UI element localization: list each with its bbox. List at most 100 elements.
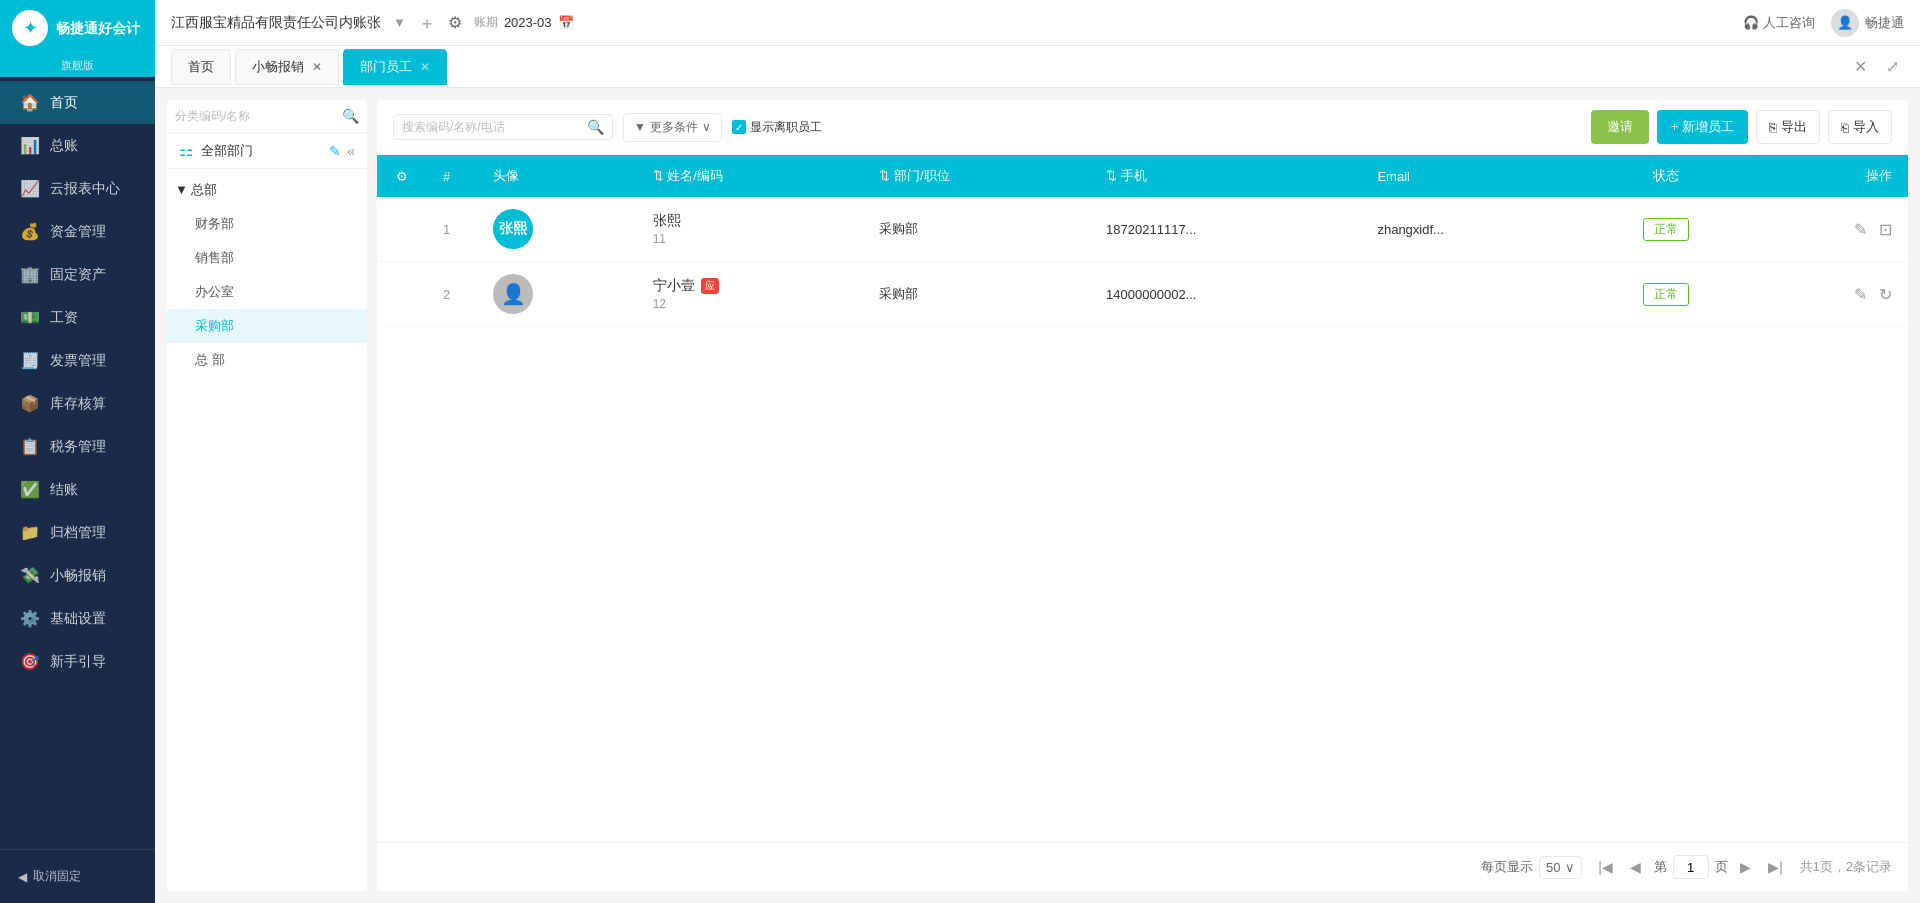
company-name: 江西服宝精品有限责任公司内账张 xyxy=(171,14,381,32)
dept-name: 销售部 xyxy=(195,249,234,267)
td-actions: ✎ ↻ xyxy=(1753,262,1908,327)
dept-item-finance[interactable]: 财务部 xyxy=(167,207,367,241)
sidebar-logo: ✦ 畅捷通好会计 xyxy=(0,0,155,56)
period-selector: 账期 2023-03 📅 xyxy=(474,14,574,31)
td-avatar: 👤 xyxy=(477,262,637,327)
export-button[interactable]: ⎘ 导出 xyxy=(1756,110,1820,144)
sidebar-item-settings[interactable]: ⚙️ 基础设置 xyxy=(0,597,155,640)
filter-button[interactable]: ▼ 更多条件 ∨ xyxy=(623,113,722,142)
page-size-label: 每页显示 xyxy=(1481,858,1533,876)
invite-button[interactable]: 邀请 xyxy=(1591,110,1649,144)
th-index: # xyxy=(427,155,477,197)
avatar: 👤 xyxy=(1831,9,1859,37)
service-label: 人工咨询 xyxy=(1763,14,1815,32)
prev-page-button[interactable]: ◀ xyxy=(1624,855,1648,879)
export-icon: ⎘ xyxy=(1769,120,1777,135)
table-row: 2 👤 宁小壹 应 xyxy=(377,262,1908,327)
main-area: 江西服宝精品有限责任公司内账张 ▼ ＋ ⚙ 账期 2023-03 📅 🎧 人工咨… xyxy=(155,0,1920,903)
pagination: |◀ ◀ 第 页 ▶ ▶| xyxy=(1594,855,1788,879)
page-size-select[interactable]: 50 ∨ xyxy=(1539,856,1581,879)
import-button[interactable]: ⎗ 导入 xyxy=(1828,110,1892,144)
calendar-icon[interactable]: 📅 xyxy=(558,15,574,30)
show-resigned-checkbox[interactable]: ✓ 显示离职员工 xyxy=(732,119,822,136)
tab-expense[interactable]: 小畅报销 ✕ xyxy=(235,49,339,85)
dropdown-icon: ∨ xyxy=(702,120,711,134)
th-status: 状态 xyxy=(1580,155,1753,197)
dept-item-general[interactable]: ▼ 总部 xyxy=(167,173,367,207)
sidebar-item-label: 库存核算 xyxy=(50,395,106,413)
td-settings xyxy=(377,262,427,327)
sidebar-item-salary[interactable]: 💵 工资 xyxy=(0,296,155,339)
th-phone[interactable]: ⇅ 手机 xyxy=(1090,155,1361,197)
company-dropdown-icon[interactable]: ▼ xyxy=(393,15,406,30)
td-dept: 采购部 xyxy=(863,197,1090,262)
dept-item-sales[interactable]: 销售部 xyxy=(167,241,367,275)
all-dept-label: 全部部门 xyxy=(201,142,321,160)
dept-header-actions: ✎ « xyxy=(329,143,355,159)
dept-item-office[interactable]: 办公室 xyxy=(167,275,367,309)
toolbar-right: 邀请 + 新增员工 ⎘ 导出 ⎗ 导入 xyxy=(1591,110,1892,144)
expand-tab-button[interactable]: ⤢ xyxy=(1880,55,1904,79)
sidebar-item-inventory[interactable]: 📦 库存核算 xyxy=(0,382,155,425)
sidebar-item-close[interactable]: ✅ 结账 xyxy=(0,468,155,511)
th-name-code[interactable]: ⇅ 姓名/编码 xyxy=(637,155,864,197)
sidebar-item-funds[interactable]: 💰 资金管理 xyxy=(0,210,155,253)
sidebar-item-expense[interactable]: 💸 小畅报销 xyxy=(0,554,155,597)
sidebar-nav: 🏠 首页 📊 总账 📈 云报表中心 💰 资金管理 🏢 固定资产 💵 工资 🧾 发… xyxy=(0,77,155,849)
sidebar-item-ledger[interactable]: 📊 总账 xyxy=(0,124,155,167)
edit-employee-icon[interactable]: ✎ xyxy=(1854,220,1867,239)
topbar-settings-icon[interactable]: ⚙ xyxy=(448,13,462,32)
add-employee-button[interactable]: + 新增员工 xyxy=(1657,110,1748,144)
tab-department[interactable]: 部门员工 ✕ xyxy=(343,49,447,85)
last-page-button[interactable]: ▶| xyxy=(1764,855,1788,879)
close-period-icon: ✅ xyxy=(20,480,40,499)
sidebar-item-home[interactable]: 🏠 首页 xyxy=(0,81,155,124)
sidebar-item-archive[interactable]: 📁 归档管理 xyxy=(0,511,155,554)
tab-close-icon[interactable]: ✕ xyxy=(312,60,322,74)
employee-code: 11 xyxy=(653,232,848,246)
edit-dept-icon[interactable]: ✎ xyxy=(329,143,341,159)
right-panel: 🔍 ▼ 更多条件 ∨ ✓ 显示离职员工 邀请 + 新增员工 ⎘ 导出 xyxy=(377,100,1908,891)
dept-search-input[interactable] xyxy=(175,109,338,123)
avatar: 张熙 xyxy=(493,209,533,249)
edit-employee-icon[interactable]: ✎ xyxy=(1854,285,1867,304)
dept-name: 财务部 xyxy=(195,215,234,233)
content-area: 🔍 ⚏ 全部部门 ✎ « ▼ 总部 财务部 销售部 xyxy=(155,88,1920,903)
grid-icon: ⚏ xyxy=(179,141,193,160)
th-dept-position[interactable]: ⇅ 部门/职位 xyxy=(863,155,1090,197)
employee-search-input[interactable] xyxy=(402,120,583,134)
toolbar: 🔍 ▼ 更多条件 ∨ ✓ 显示离职员工 邀请 + 新增员工 ⎘ 导出 xyxy=(377,100,1908,155)
table-footer: 每页显示 50 ∨ |◀ ◀ 第 页 ▶ ▶| 共1页，2条记录 xyxy=(377,842,1908,891)
tabbar-actions: ✕ ⤢ xyxy=(1848,55,1904,79)
assets-icon: 🏢 xyxy=(20,265,40,284)
td-actions: ✎ ⊡ xyxy=(1753,197,1908,262)
add-company-icon[interactable]: ＋ xyxy=(418,11,436,35)
td-index: 2 xyxy=(427,262,477,327)
tab-home[interactable]: 首页 xyxy=(171,49,231,85)
refresh-icon[interactable]: ↻ xyxy=(1879,285,1892,304)
close-tab-button[interactable]: ✕ xyxy=(1848,55,1872,79)
period-value: 2023-03 xyxy=(504,15,552,30)
tab-close-icon[interactable]: ✕ xyxy=(420,60,430,74)
next-page-button[interactable]: ▶ xyxy=(1734,855,1758,879)
cancel-pin-button[interactable]: ◀ 取消固定 xyxy=(10,860,145,893)
collapse-icon[interactable]: « xyxy=(347,143,355,159)
service-button[interactable]: 🎧 人工咨询 xyxy=(1743,14,1815,32)
td-avatar: 张熙 xyxy=(477,197,637,262)
sidebar-item-reports[interactable]: 📈 云报表中心 xyxy=(0,167,155,210)
sidebar-item-assets[interactable]: 🏢 固定资产 xyxy=(0,253,155,296)
sidebar-item-guide[interactable]: 🎯 新手引导 xyxy=(0,640,155,683)
sidebar-item-label: 总账 xyxy=(50,137,78,155)
th-settings[interactable]: ⚙ xyxy=(377,155,427,197)
first-page-button[interactable]: |◀ xyxy=(1594,855,1618,879)
dept-item-purchase[interactable]: 采购部 xyxy=(167,309,367,343)
more-options-icon[interactable]: ⊡ xyxy=(1879,220,1892,239)
all-departments-header[interactable]: ⚏ 全部部门 ✎ « xyxy=(167,133,367,169)
user-button[interactable]: 👤 畅捷通 xyxy=(1831,9,1904,37)
sidebar-item-tax[interactable]: 📋 税务管理 xyxy=(0,425,155,468)
page-number-input[interactable] xyxy=(1673,855,1709,879)
dept-tree: ▼ 总部 财务部 销售部 办公室 采购部 总 部 xyxy=(167,169,367,891)
sidebar-item-invoice[interactable]: 🧾 发票管理 xyxy=(0,339,155,382)
username: 畅捷通 xyxy=(1865,14,1904,32)
dept-item-hq[interactable]: 总 部 xyxy=(167,343,367,377)
